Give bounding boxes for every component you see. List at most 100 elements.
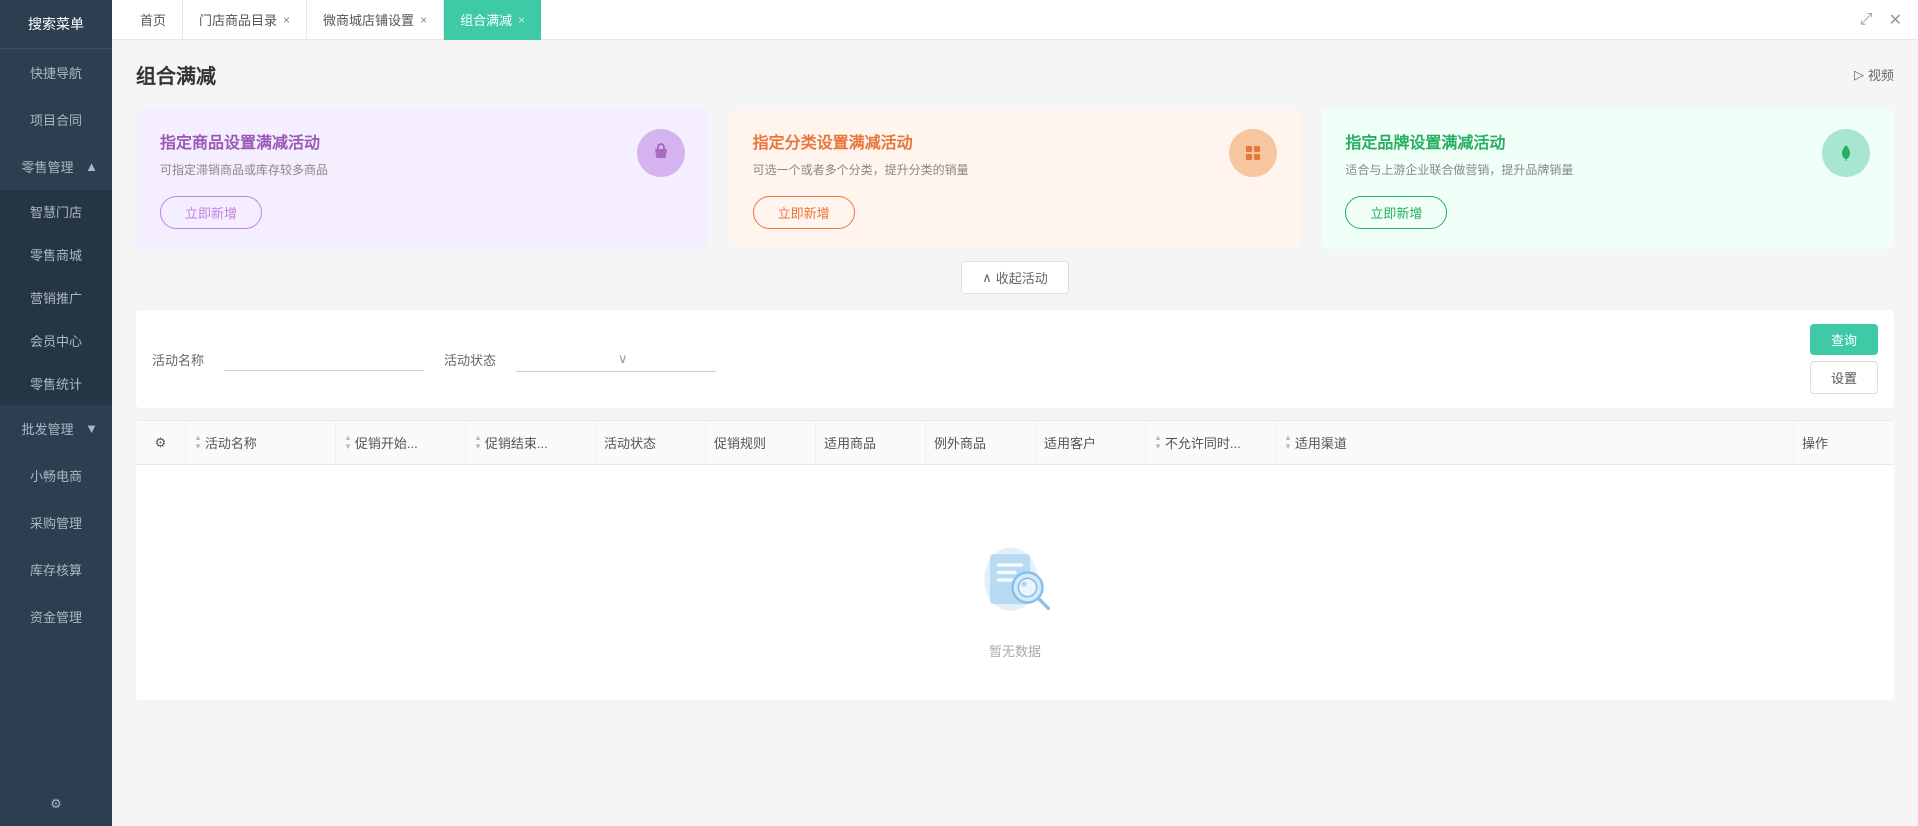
sidebar-item-xcpay[interactable]: 小畅电商: [0, 452, 112, 499]
tab-close-icon[interactable]: ×: [518, 13, 525, 27]
th-customer: 适用客户: [1036, 421, 1146, 464]
main-area: 首页 门店商品目录 × 微商城店铺设置 × 组合满减 × ⤢ ✕ 组合满减 ▷ …: [112, 0, 1918, 826]
card-brand-title: 指定品牌设置满减活动: [1345, 129, 1870, 153]
sidebar-item-inventory[interactable]: 库存核算: [0, 546, 112, 593]
query-button[interactable]: 查询: [1810, 324, 1878, 355]
collapse-activities-button[interactable]: ∧ 收起活动: [961, 261, 1069, 294]
sidebar-item-retail-mall[interactable]: 零售商城: [0, 233, 112, 276]
th-start[interactable]: ▲ ▼ 促销开始...: [336, 421, 466, 464]
card-category-desc: 可选一个或者多个分类，提升分类的销量: [753, 161, 1278, 180]
sort-asc-icon: ▲: [474, 434, 482, 442]
sidebar-item-label: 采购管理: [30, 513, 82, 532]
tab-combo-discount[interactable]: 组合满减 ×: [444, 0, 541, 40]
close-icon[interactable]: ✕: [1885, 8, 1906, 32]
tab-close-icon[interactable]: ×: [420, 13, 427, 27]
setting-button[interactable]: 设置: [1810, 361, 1878, 394]
th-status: 活动状态: [596, 421, 706, 464]
collapse-label: 收起活动: [996, 268, 1048, 287]
sidebar: 搜索菜单 快捷导航 项目合同 零售管理 ▲ 智慧门店 零售商城 营销推广 会员中…: [0, 0, 112, 826]
sidebar-item-retail-stats[interactable]: 零售统计: [0, 362, 112, 405]
sidebar-item-finance-mgmt[interactable]: 资金管理: [0, 593, 112, 640]
tab-label: 门店商品目录: [199, 10, 277, 29]
sidebar-item-label: 小畅电商: [30, 466, 82, 485]
card-brand-add-button[interactable]: 立即新增: [1345, 196, 1447, 229]
sidebar-item-label: 零售统计: [30, 377, 82, 392]
expand-icon[interactable]: ⤢: [1856, 9, 1877, 31]
gear-icon: ⚙: [155, 435, 167, 451]
tab-store-catalog[interactable]: 门店商品目录 ×: [183, 0, 307, 40]
th-notallow[interactable]: ▲ ▼ 不允许同时...: [1146, 421, 1276, 464]
chevron-up-icon: ∧: [982, 270, 992, 286]
chevron-down-icon: ▼: [85, 421, 98, 436]
th-except: 例外商品: [926, 421, 1036, 464]
sort-desc-icon: ▼: [194, 443, 202, 451]
tab-close-icon[interactable]: ×: [283, 13, 290, 27]
sidebar-item-purchase-mgmt[interactable]: 采购管理: [0, 499, 112, 546]
page-title: 组合满减: [136, 60, 216, 89]
gear-icon: ⚙: [50, 796, 62, 811]
card-goods-add-button[interactable]: 立即新增: [160, 196, 262, 229]
sort-desc-icon: ▼: [1154, 443, 1162, 451]
sort-desc-icon: ▼: [1284, 443, 1292, 451]
cards-row: 指定商品设置满减活动 可指定滞销商品或库存较多商品 立即新增 指定分类设置满减活…: [136, 109, 1894, 249]
tab-home[interactable]: 首页: [124, 0, 183, 40]
sidebar-item-project-contract[interactable]: 项目合同: [0, 96, 112, 143]
sidebar-search[interactable]: 搜索菜单: [0, 0, 112, 49]
sort-arrows: ▲ ▼: [344, 434, 352, 451]
page-content: 组合满减 ▷ 视频 指定商品设置满减活动 可指定滞销商品或库存较多商品: [112, 40, 1918, 826]
sidebar-item-quick-nav[interactable]: 快捷导航: [0, 49, 112, 96]
empty-illustration: [965, 525, 1065, 625]
card-category-icon: [1229, 129, 1277, 177]
sidebar-item-label: 资金管理: [30, 607, 82, 626]
sidebar-item-label: 项目合同: [30, 110, 82, 129]
tab-wechat-store[interactable]: 微商城店铺设置 ×: [307, 0, 444, 40]
th-except-label: 例外商品: [934, 433, 986, 452]
page-header: 组合满减 ▷ 视频: [136, 60, 1894, 89]
sidebar-item-label: 批发管理: [14, 419, 81, 438]
sidebar-item-smart-store[interactable]: 智慧门店: [0, 190, 112, 233]
tab-bar: 首页 门店商品目录 × 微商城店铺设置 × 组合满减 × ⤢ ✕: [112, 0, 1918, 40]
th-end-label: 促销结束...: [485, 433, 548, 452]
empty-state: 暂无数据: [136, 465, 1894, 700]
card-brand-desc: 适合与上游企业联合做营销，提升品牌销量: [1345, 161, 1870, 180]
card-category-title: 指定分类设置满减活动: [753, 129, 1278, 153]
video-link[interactable]: ▷ 视频: [1854, 65, 1894, 84]
sidebar-item-label: 零售商城: [30, 248, 82, 263]
th-channel-label: 适用渠道: [1295, 433, 1347, 452]
th-rule: 促销规则: [706, 421, 816, 464]
th-icon[interactable]: ⚙: [136, 421, 186, 464]
filter-name-input[interactable]: [224, 347, 424, 371]
chevron-down-icon: ∨: [618, 351, 716, 367]
video-label: 视频: [1868, 65, 1894, 84]
th-name-label: 活动名称: [205, 433, 257, 452]
sort-desc-icon: ▼: [474, 443, 482, 451]
sidebar-item-label: 智慧门店: [30, 205, 82, 220]
sidebar-item-member-center[interactable]: 会员中心: [0, 319, 112, 362]
sidebar-item-label: 会员中心: [30, 334, 82, 349]
th-name[interactable]: ▲ ▼ 活动名称: [186, 421, 336, 464]
window-controls: ⤢ ✕: [1856, 8, 1906, 32]
collapse-bar: ∧ 收起活动: [136, 261, 1894, 294]
card-category-add-button[interactable]: 立即新增: [753, 196, 855, 229]
th-channel[interactable]: ▲ ▼ 适用渠道: [1276, 421, 1794, 464]
sort-arrows: ▲ ▼: [1284, 434, 1292, 451]
filter-status-select[interactable]: ∨: [516, 347, 716, 372]
th-op: 操作: [1794, 421, 1894, 464]
sort-arrows: ▲ ▼: [1154, 434, 1162, 451]
empty-text: 暂无数据: [989, 641, 1041, 660]
sidebar-settings-button[interactable]: ⚙: [0, 782, 112, 826]
card-goods: 指定商品设置满减活动 可指定滞销商品或库存较多商品 立即新增: [136, 109, 709, 249]
card-brand: 指定品牌设置满减活动 适合与上游企业联合做营销，提升品牌销量 立即新增: [1321, 109, 1894, 249]
sidebar-item-wholesale-mgmt[interactable]: 批发管理 ▼: [0, 405, 112, 452]
card-category: 指定分类设置满减活动 可选一个或者多个分类，提升分类的销量 立即新增: [729, 109, 1302, 249]
sidebar-item-marketing[interactable]: 营销推广: [0, 276, 112, 319]
tab-label: 微商城店铺设置: [323, 10, 414, 29]
chevron-up-icon: ▲: [85, 159, 98, 174]
th-end[interactable]: ▲ ▼ 促销结束...: [466, 421, 596, 464]
filter-row: 活动名称 活动状态 ∨ 查询 设置: [136, 310, 1894, 408]
th-rule-label: 促销规则: [714, 433, 766, 452]
filter-actions: 查询 设置: [1810, 324, 1878, 394]
th-start-label: 促销开始...: [355, 433, 418, 452]
play-icon: ▷: [1854, 67, 1864, 83]
sidebar-item-retail-mgmt[interactable]: 零售管理 ▲: [0, 143, 112, 190]
